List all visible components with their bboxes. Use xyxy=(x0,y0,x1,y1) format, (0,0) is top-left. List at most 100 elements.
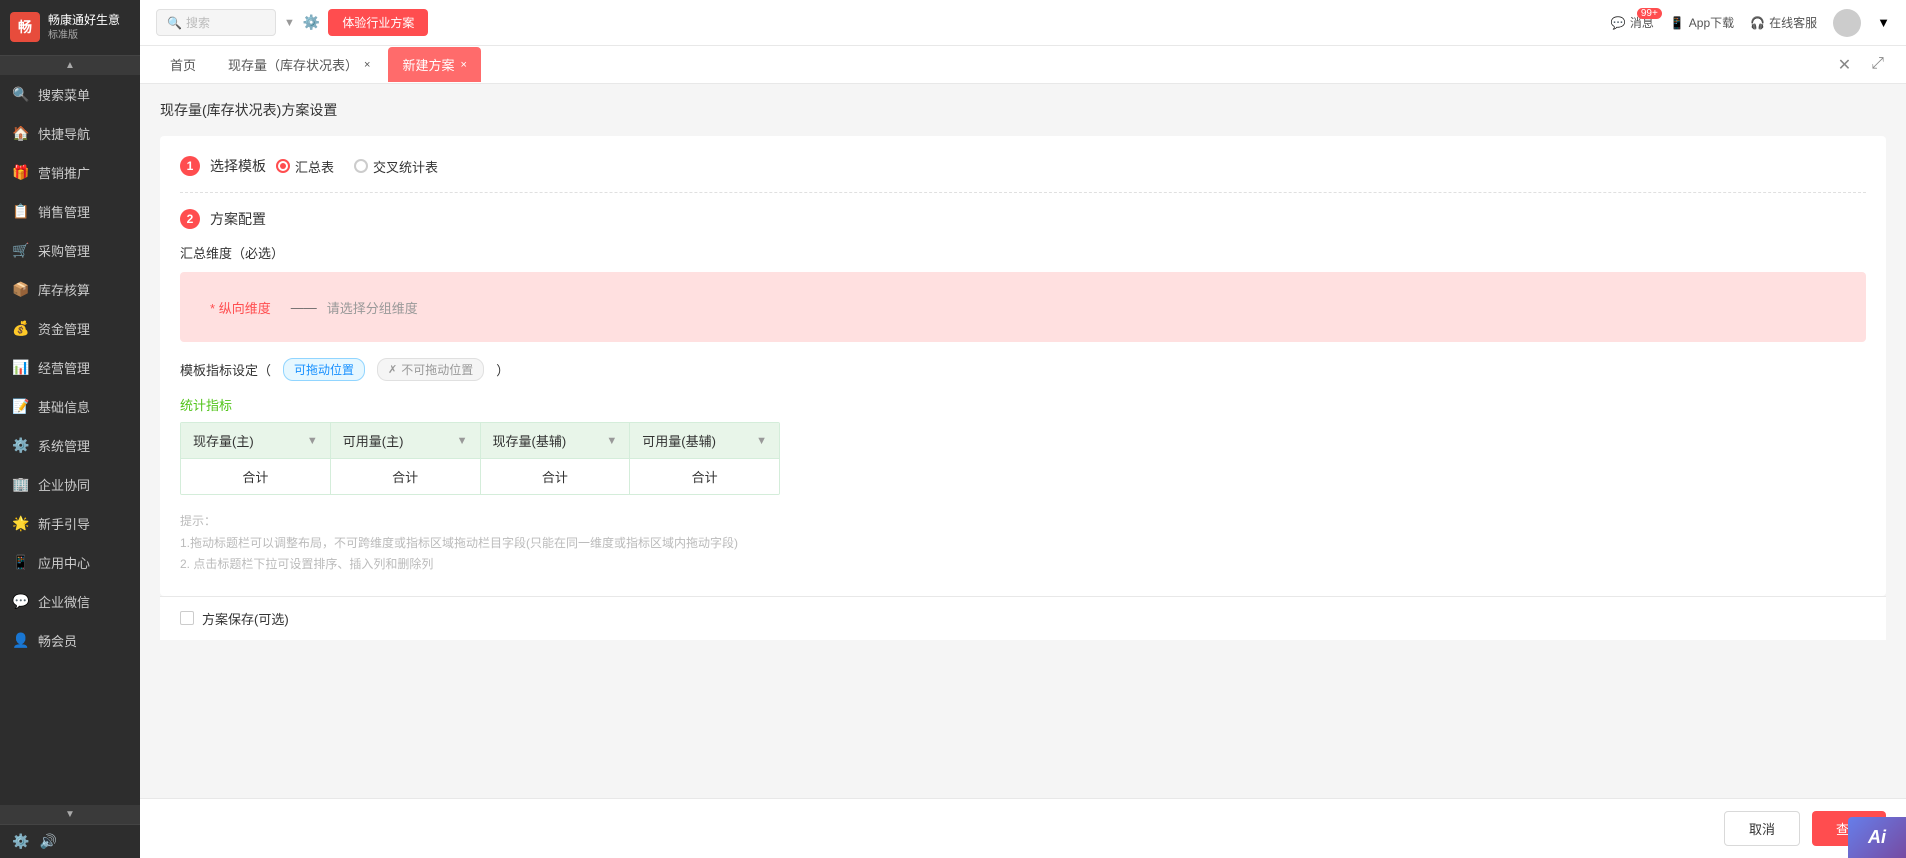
no-drag-x-icon: ✗ xyxy=(388,363,397,376)
cart-icon: 🛒 xyxy=(12,241,30,259)
col1-dropdown[interactable]: ▼ xyxy=(457,435,468,447)
dimension-area[interactable]: * 纵向维度 —— 请选择分组维度 xyxy=(180,272,1866,342)
tab-home[interactable]: 首页 xyxy=(156,47,210,82)
sidebar-item-newguide[interactable]: 🌟 新手引导 xyxy=(0,504,140,543)
save-checkbox[interactable] xyxy=(180,611,194,625)
metrics-settings-row: 模板指标设定（ 可拖动位置 ✗ 不可拖动位置 ） xyxy=(180,358,1866,381)
sidebar-item-purchase[interactable]: 🛒 采购管理 xyxy=(0,231,140,270)
step1-header: 1 选择模板 汇总表 交叉统计表 xyxy=(180,156,1866,176)
tab-inventory[interactable]: 现存量（库存状况表） × xyxy=(214,47,384,82)
sidebar-item-inventory[interactable]: 📦 库存核算 xyxy=(0,270,140,309)
col-header-3[interactable]: 可用量(基辅) ▼ xyxy=(630,423,779,458)
footer-sound-icon[interactable]: 🔊 xyxy=(39,833,56,850)
sidebar-item-basic[interactable]: 📝 基础信息 xyxy=(0,387,140,426)
chart-icon: 📊 xyxy=(12,358,30,376)
tip-item-1: 1.拖动标题栏可以调整布局，不可跨维度或指标区域拖动栏目字段(只能在同一维度或指… xyxy=(180,533,1866,555)
main-area: 🔍 搜索 ▼ ⚙️ 体验行业方案 💬 消息 99+ 📱 App下载 🎧 在线客服… xyxy=(140,0,1906,858)
sidebar-item-appstore[interactable]: 📱 应用中心 xyxy=(0,543,140,582)
required-dimension-label: * 纵向维度 xyxy=(210,298,271,317)
sidebar-item-label: 营销推广 xyxy=(38,163,90,182)
search-placeholder: 搜索 xyxy=(186,14,210,31)
sidebar-item-label: 搜索菜单 xyxy=(38,85,90,104)
col-header-1[interactable]: 可用量(主) ▼ xyxy=(331,423,481,458)
sidebar-item-operations[interactable]: 📊 经营管理 xyxy=(0,348,140,387)
sidebar-item-enterprise[interactable]: 🏢 企业协同 xyxy=(0,465,140,504)
tabs-bar: 首页 现存量（库存状况表） × 新建方案 × ✕ ⤢ xyxy=(140,46,1906,84)
phone-download-icon: 📱 xyxy=(1670,16,1685,30)
clipboard-icon: 📋 xyxy=(12,202,30,220)
radio-summary[interactable]: 汇总表 xyxy=(276,157,334,176)
sidebar-item-label: 快捷导航 xyxy=(38,124,90,143)
sidebar-item-search[interactable]: 🔍 搜索菜单 xyxy=(0,75,140,114)
tab-new-plan-close[interactable]: × xyxy=(460,59,466,71)
message-icon: 💬 xyxy=(1611,16,1626,30)
step2-num: 2 xyxy=(180,209,200,229)
tab-expand-window[interactable]: ⤢ xyxy=(1865,53,1890,77)
logo-icon: 畅 xyxy=(10,12,40,42)
col0-dropdown[interactable]: ▼ xyxy=(307,435,318,447)
sidebar-scroll-down[interactable]: ▼ xyxy=(0,805,140,824)
search-dropdown-arrow[interactable]: ▼ xyxy=(284,17,295,29)
sidebar-item-label: 采购管理 xyxy=(38,241,90,260)
app-download-label: App下载 xyxy=(1689,14,1734,31)
star-icon: 🌟 xyxy=(12,514,30,532)
stats-title: 统计指标 xyxy=(180,395,1866,414)
sidebar-item-finance[interactable]: 💰 资金管理 xyxy=(0,309,140,348)
sidebar-scroll-up[interactable]: ▲ xyxy=(0,56,140,75)
topbar-left: 🔍 搜索 ▼ ⚙️ 体验行业方案 xyxy=(156,9,1599,36)
sidebar-item-label: 基础信息 xyxy=(38,397,90,416)
topbar-gear-icon[interactable]: ⚙️ xyxy=(303,14,320,31)
logo-name: 畅康通好生意 xyxy=(48,12,120,29)
sidebar-item-label: 企业协同 xyxy=(38,475,90,494)
message-item[interactable]: 💬 消息 99+ xyxy=(1611,14,1654,31)
sidebar-item-quick-nav[interactable]: 🏠 快捷导航 xyxy=(0,114,140,153)
user-dropdown-arrow[interactable]: ▼ xyxy=(1877,15,1890,30)
user-avatar[interactable] xyxy=(1833,9,1861,37)
radio-cross-label: 交叉统计表 xyxy=(373,157,438,176)
cancel-button[interactable]: 取消 xyxy=(1724,811,1800,846)
sidebar-item-sales[interactable]: 📋 销售管理 xyxy=(0,192,140,231)
col3-dropdown[interactable]: ▼ xyxy=(756,435,767,447)
sidebar-item-system[interactable]: ⚙️ 系统管理 xyxy=(0,426,140,465)
box-icon: 📦 xyxy=(12,280,30,298)
search-icon-small: 🔍 xyxy=(167,16,182,30)
search-bar[interactable]: 🔍 搜索 xyxy=(156,9,276,36)
tab-close-window[interactable]: ✕ xyxy=(1832,53,1857,77)
online-service-item[interactable]: 🎧 在线客服 xyxy=(1750,14,1817,31)
sidebar: 畅 畅康通好生意 标准版 ▲ 🔍 搜索菜单 🏠 快捷导航 🎁 营销推广 📋 销售… xyxy=(0,0,140,858)
radio-cross[interactable]: 交叉统计表 xyxy=(354,157,438,176)
sidebar-item-wechat[interactable]: 💬 企业微信 xyxy=(0,582,140,621)
sidebar-item-member[interactable]: 👤 畅会员 xyxy=(0,621,140,660)
tab-new-plan-label: 新建方案 xyxy=(402,55,454,74)
industry-plan-button[interactable]: 体验行业方案 xyxy=(328,9,428,36)
sidebar-item-label: 系统管理 xyxy=(38,436,90,455)
metrics-label: 模板指标设定（ xyxy=(180,360,271,379)
headset-icon: 🎧 xyxy=(1750,16,1765,30)
data-cell-3: 合计 xyxy=(630,459,779,494)
tab-home-label: 首页 xyxy=(170,55,196,74)
sidebar-item-marketing[interactable]: 🎁 营销推广 xyxy=(0,153,140,192)
logo-area: 畅 畅康通好生意 标准版 xyxy=(0,0,140,56)
col-header-2[interactable]: 现存量(基辅) ▼ xyxy=(481,423,631,458)
footer-settings-icon[interactable]: ⚙️ xyxy=(12,833,29,850)
ai-badge[interactable]: Ai xyxy=(1848,817,1906,858)
page-title: 现存量(库存状况表)方案设置 xyxy=(160,100,1886,120)
tips-area: 提示： 1.拖动标题栏可以调整布局，不可跨维度或指标区域拖动栏目字段(只能在同一… xyxy=(180,511,1866,576)
stats-data-row: 合计 合计 合计 合计 xyxy=(181,458,779,494)
step1-title: 选择模板 xyxy=(210,156,266,176)
stats-table: 现存量(主) ▼ 可用量(主) ▼ 现存量(基辅) ▼ 可用量(基辅) ▼ xyxy=(180,422,780,495)
tab-new-plan[interactable]: 新建方案 × xyxy=(388,47,480,82)
sidebar-item-label: 经营管理 xyxy=(38,358,90,377)
save-row: 方案保存(可选) xyxy=(160,596,1886,640)
home-icon: 🏠 xyxy=(12,124,30,142)
radio-summary-label: 汇总表 xyxy=(295,157,334,176)
data-cell-1: 合计 xyxy=(331,459,481,494)
app-download-item[interactable]: 📱 App下载 xyxy=(1670,14,1734,31)
col2-dropdown[interactable]: ▼ xyxy=(606,435,617,447)
tab-inventory-close[interactable]: × xyxy=(364,59,370,71)
topbar-right: 💬 消息 99+ 📱 App下载 🎧 在线客服 ▼ xyxy=(1611,9,1890,37)
sidebar-nav: 🔍 搜索菜单 🏠 快捷导航 🎁 营销推广 📋 销售管理 🛒 采购管理 📦 库存核… xyxy=(0,75,140,805)
col-header-0[interactable]: 现存量(主) ▼ xyxy=(181,423,331,458)
gift-icon: 🎁 xyxy=(12,163,30,181)
sidebar-item-label: 销售管理 xyxy=(38,202,90,221)
